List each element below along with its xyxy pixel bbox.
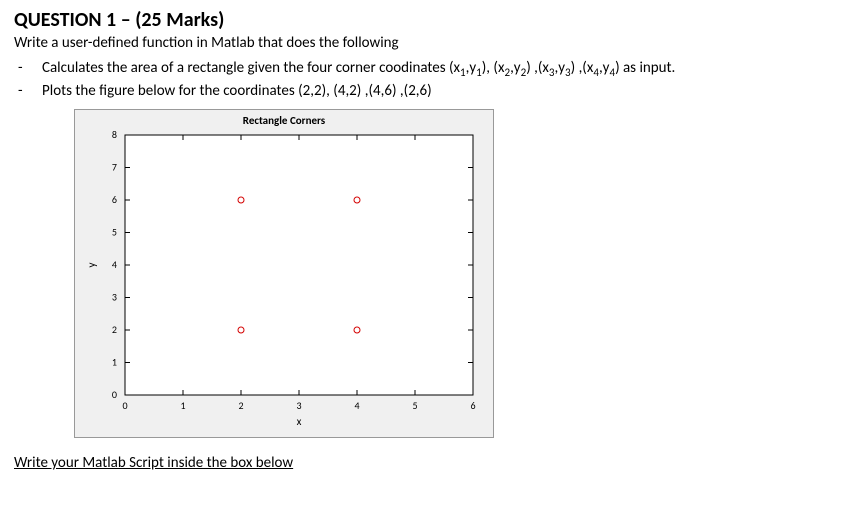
bullet1-text: Calculates the area of a rectangle given… — [42, 59, 460, 77]
svg-text:7: 7 — [112, 160, 117, 173]
bullet-item: Plots the figure below for the coordinat… — [14, 81, 833, 103]
svg-text:2: 2 — [112, 323, 117, 336]
txt: ,y — [466, 59, 477, 77]
txt: ) ,(x — [526, 59, 549, 77]
svg-text:6: 6 — [112, 193, 117, 206]
svg-text:x: x — [297, 415, 302, 428]
svg-text:4: 4 — [354, 399, 359, 412]
figure-title: Rectangle Corners — [81, 114, 487, 127]
bullet-list: Calculates the area of a rectangle given… — [14, 58, 833, 103]
txt: ,y — [555, 59, 566, 77]
question-heading: QUESTION 1 – (25 Marks) — [14, 8, 833, 32]
svg-text:5: 5 — [412, 399, 417, 412]
txt: ), (x — [482, 59, 505, 77]
txt: ) as input. — [615, 59, 675, 77]
figure-panel: Rectangle Corners 0 1 2 3 4 5 6 0 1 2 3 4 5 6 7 8 x y — [74, 109, 494, 438]
svg-text:4: 4 — [112, 258, 117, 271]
svg-text:1: 1 — [180, 399, 185, 412]
scatter-plot: 0 1 2 3 4 5 6 0 1 2 3 4 5 6 7 8 x y — [81, 129, 485, 429]
svg-text:8: 8 — [112, 129, 117, 141]
svg-text:3: 3 — [112, 290, 117, 303]
figure-container: Rectangle Corners 0 1 2 3 4 5 6 0 1 2 3 4 5 6 7 8 x y — [74, 109, 833, 438]
txt: ,y — [599, 59, 610, 77]
svg-text:0: 0 — [122, 399, 127, 412]
svg-text:2: 2 — [238, 399, 243, 412]
svg-text:y: y — [85, 262, 98, 267]
instruction-text: Write your Matlab Script inside the box … — [14, 454, 833, 472]
svg-text:0: 0 — [112, 388, 117, 401]
bullet-item: Calculates the area of a rectangle given… — [14, 58, 833, 81]
svg-text:6: 6 — [470, 399, 475, 412]
svg-text:1: 1 — [112, 355, 117, 368]
svg-text:5: 5 — [112, 225, 117, 238]
intro-text: Write a user-defined function in Matlab … — [14, 34, 833, 52]
txt: ,y — [510, 59, 521, 77]
txt: ) ,(x — [571, 59, 594, 77]
svg-text:3: 3 — [296, 399, 301, 412]
